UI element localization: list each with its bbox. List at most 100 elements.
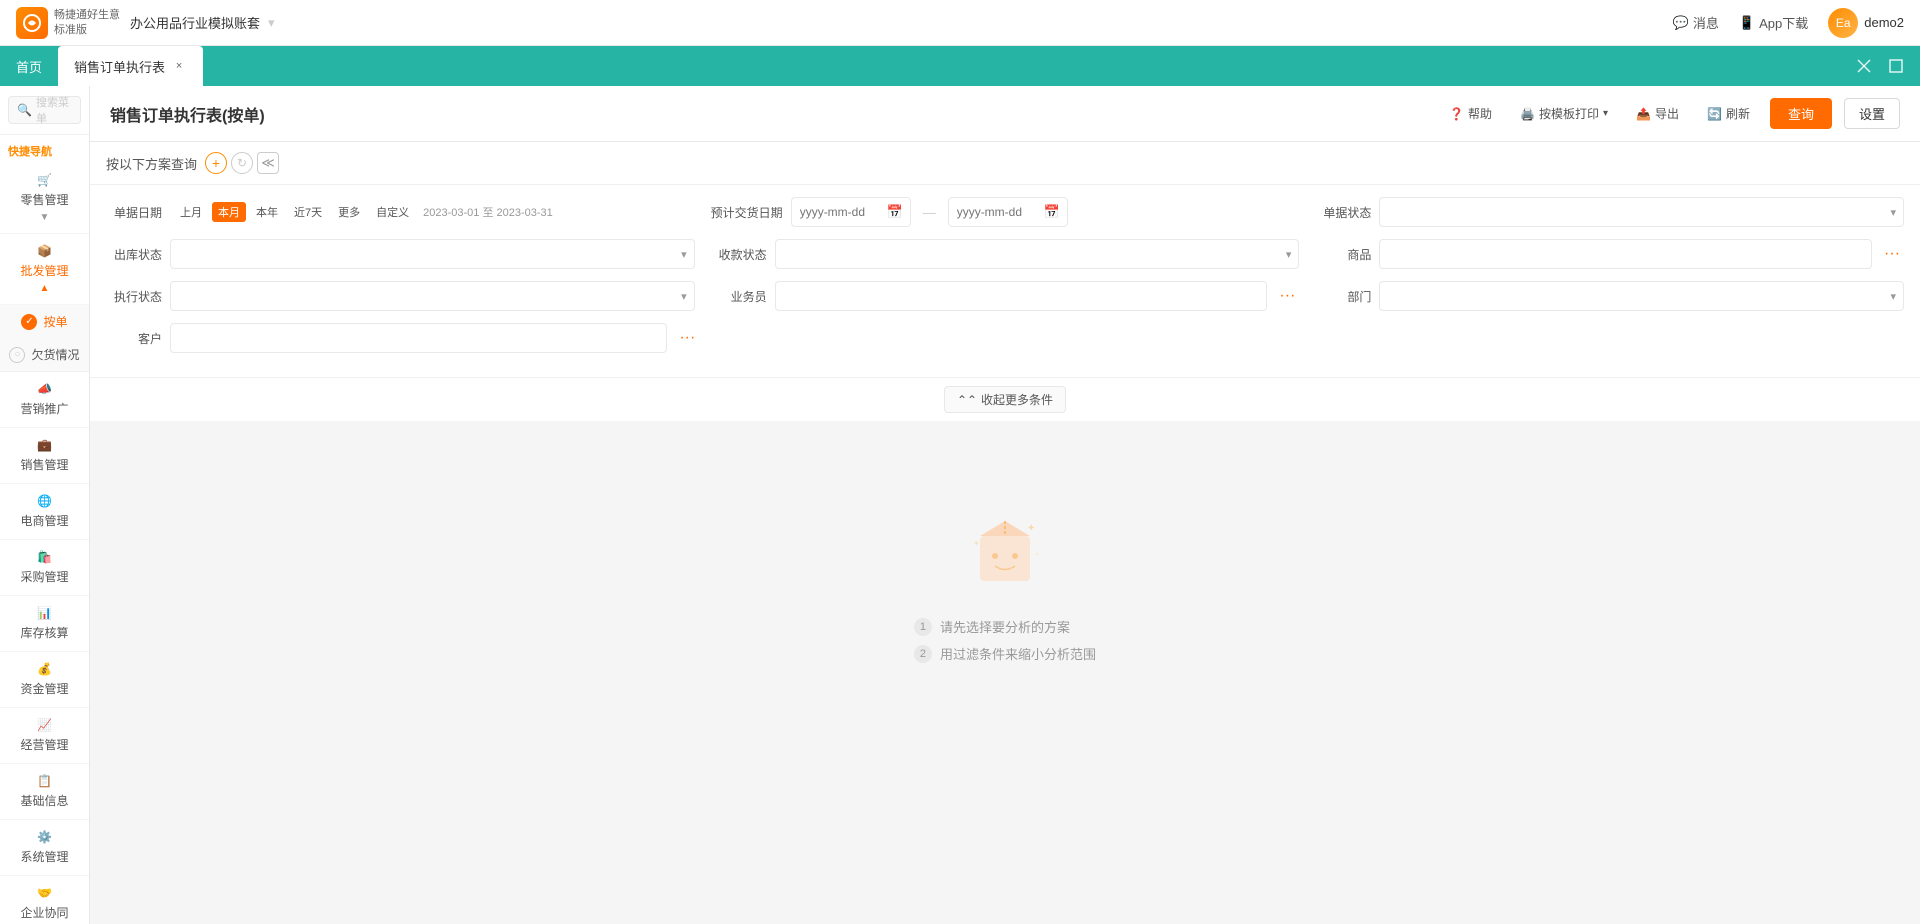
sidebar-sub-item-owe[interactable]: ○ 欠货情况	[0, 338, 89, 371]
tab-sales-order[interactable]: 销售订单执行表 ×	[58, 46, 203, 86]
chevron-up-icon: ⌃⌃	[957, 393, 977, 407]
filter-row-1: 单据日期 上月 本月 本年 近7天 更多 自定义 2023-03-01 至 20…	[106, 197, 1904, 227]
top-bar: 畅捷通好生意 标准版 办公用品行业模拟账套 ▾ 💬 消息 📱 App下载 Ea …	[0, 0, 1920, 46]
filter-add-button[interactable]: +	[205, 152, 227, 174]
shortcut-7days[interactable]: 近7天	[288, 202, 328, 222]
filter-scheme-label: 按以下方案查询	[106, 154, 197, 173]
filter-refresh-button[interactable]: ↻	[231, 152, 253, 174]
search-menu-box[interactable]: 🔍 搜索菜单	[8, 96, 81, 124]
salesman-input[interactable]	[775, 281, 1268, 311]
print-dropdown-icon: ▾	[1603, 108, 1608, 119]
filter-field-expected-date: 预计交货日期 📅 — 📅	[711, 197, 1300, 227]
export-button[interactable]: 📤 导出	[1628, 101, 1687, 126]
date-shortcuts: 上月 本月 本年 近7天 更多 自定义 2023-03-01 至 2023-03…	[174, 202, 553, 222]
filter-collapse-button[interactable]: ≪	[257, 152, 279, 174]
filter-field-customer: 客户 ···	[106, 323, 699, 353]
wholesale-sub-menu: ✓ 按单 ○ 欠货情况	[0, 305, 89, 372]
receipt-status-select[interactable]	[775, 239, 1300, 269]
filter-field-bill-status: 单据状态 ▾	[1315, 197, 1904, 227]
goods-more-button[interactable]: ···	[1880, 245, 1904, 263]
date-to-input[interactable]	[948, 197, 1068, 227]
filter-row-4: 客户 ···	[106, 323, 1904, 353]
collapse-more-button[interactable]: ⌃⌃ 收起更多条件	[944, 386, 1066, 413]
app-download-button[interactable]: 📱 App下载	[1739, 13, 1808, 32]
empty-state: ✦ ✦ ✦ 1 请先选择要分析的方案 2 用过滤条件来缩小分析范围	[90, 421, 1920, 743]
sidebar-item-retail[interactable]: 🛒 零售管理 ▼	[0, 163, 89, 234]
shortcut-this-month[interactable]: 本月	[212, 202, 246, 222]
svg-text:✦: ✦	[1035, 551, 1040, 558]
template-print-button[interactable]: 🖨️ 按模板打印 ▾	[1512, 101, 1616, 126]
breadcrumb: 办公用品行业模拟账套 ▾	[130, 13, 275, 32]
bill-status-select-wrapper: ▾	[1379, 197, 1904, 227]
sidebar-item-basic-info[interactable]: 📋 基础信息	[0, 764, 89, 820]
message-button[interactable]: 💬 消息	[1673, 13, 1719, 32]
filter-field-dept: 部门 ▾	[1315, 281, 1904, 311]
filter-rows: 单据日期 上月 本月 本年 近7天 更多 自定义 2023-03-01 至 20…	[90, 185, 1920, 377]
dept-label: 部门	[1315, 288, 1371, 305]
goods-label: 商品	[1315, 246, 1371, 263]
salesman-label: 业务员	[711, 288, 767, 305]
logo-text: 畅捷通好生意 标准版	[54, 8, 120, 37]
shortcut-this-year[interactable]: 本年	[250, 202, 284, 222]
exec-status-select[interactable]	[170, 281, 695, 311]
shortcut-last-month[interactable]: 上月	[174, 202, 208, 222]
sidebar-search[interactable]: 🔍 搜索菜单	[0, 86, 89, 135]
customer-label: 客户	[106, 330, 162, 347]
top-bar-left: 畅捷通好生意 标准版 办公用品行业模拟账套 ▾	[16, 7, 275, 39]
sidebar-item-marketing[interactable]: 📣 营销推广	[0, 372, 89, 428]
sidebar-item-wholesale[interactable]: 📦 批发管理 ▲	[0, 234, 89, 305]
tab-home[interactable]: 首页	[0, 46, 58, 86]
shortcut-more[interactable]: 更多	[332, 202, 366, 222]
sidebar: 🔍 搜索菜单 快捷导航 🛒 零售管理 ▼ 📦 批发管理 ▲ ✓ 按单 ○ 欠货情…	[0, 86, 90, 924]
customer-input[interactable]	[170, 323, 667, 353]
salesman-more-button[interactable]: ···	[1275, 287, 1299, 305]
page-header: 销售订单执行表(按单) ❓ 帮助 🖨️ 按模板打印 ▾ 📤 导出 🔄 刷新	[90, 86, 1920, 142]
exec-status-select-wrapper: ▾	[170, 281, 695, 311]
goods-input[interactable]	[1379, 239, 1872, 269]
filter-field-receipt-status: 收款状态 ▾	[711, 239, 1300, 269]
sidebar-item-operations[interactable]: 📈 经营管理	[0, 708, 89, 764]
sidebar-item-inventory[interactable]: 📊 库存核算	[0, 596, 89, 652]
out-status-select-wrapper: ▾	[170, 239, 695, 269]
page-title: 销售订单执行表(按单)	[110, 102, 265, 126]
filter-header: 按以下方案查询 + ↻ ≪	[90, 142, 1920, 185]
dept-select-wrapper: ▾	[1379, 281, 1904, 311]
query-button[interactable]: 查询	[1770, 98, 1832, 129]
sidebar-item-ecommerce[interactable]: 🌐 电商管理	[0, 484, 89, 540]
sidebar-item-purchase[interactable]: 🛍️ 采购管理	[0, 540, 89, 596]
tab-close-icon[interactable]: ×	[171, 58, 187, 74]
help-button[interactable]: ❓ 帮助	[1441, 101, 1500, 126]
sidebar-item-system[interactable]: ⚙️ 系统管理	[0, 820, 89, 876]
content-area: 销售订单执行表(按单) ❓ 帮助 🖨️ 按模板打印 ▾ 📤 导出 🔄 刷新	[90, 86, 1920, 924]
out-status-select[interactable]	[170, 239, 695, 269]
filter-field-bill-date: 单据日期 上月 本月 本年 近7天 更多 自定义 2023-03-01 至 20…	[106, 202, 695, 222]
message-icon: 💬	[1673, 15, 1689, 31]
active-indicator: ✓	[21, 314, 37, 330]
inactive-indicator: ○	[9, 347, 25, 363]
collapse-row: ⌃⌃ 收起更多条件	[90, 377, 1920, 421]
sidebar-item-finance[interactable]: 💰 资金管理	[0, 652, 89, 708]
quick-nav-label: 快捷导航	[0, 135, 89, 163]
refresh-button[interactable]: 🔄 刷新	[1699, 101, 1758, 126]
sidebar-item-sales[interactable]: 💼 销售管理	[0, 428, 89, 484]
top-bar-right: 💬 消息 📱 App下载 Ea demo2	[1673, 8, 1904, 38]
sidebar-item-enterprise[interactable]: 🤝 企业协同	[0, 876, 89, 924]
shortcut-custom[interactable]: 自定义	[370, 202, 415, 222]
tab-maximize-button[interactable]	[1884, 54, 1908, 78]
settings-button[interactable]: 设置	[1844, 98, 1900, 129]
tab-close-window-button[interactable]	[1852, 54, 1876, 78]
empty-tips: 1 请先选择要分析的方案 2 用过滤条件来缩小分析范围	[914, 617, 1096, 663]
exec-status-label: 执行状态	[106, 288, 162, 305]
out-status-label: 出库状态	[106, 246, 162, 263]
sidebar-sub-item-by-order[interactable]: ✓ 按单	[0, 305, 89, 338]
search-icon: 🔍	[17, 103, 32, 117]
customer-more-button[interactable]: ···	[675, 329, 699, 347]
dept-select[interactable]	[1379, 281, 1904, 311]
main-layout: 🔍 搜索菜单 快捷导航 🛒 零售管理 ▼ 📦 批发管理 ▲ ✓ 按单 ○ 欠货情…	[0, 86, 1920, 924]
filter-panel: 按以下方案查询 + ↻ ≪ 单据日期 上月 本月 本年 近7天 更多	[90, 142, 1920, 421]
avatar: Ea	[1828, 8, 1858, 38]
empty-illustration: ✦ ✦ ✦	[955, 501, 1055, 601]
bill-status-select[interactable]	[1379, 197, 1904, 227]
user-profile[interactable]: Ea demo2	[1828, 8, 1904, 38]
date-from-input[interactable]	[791, 197, 911, 227]
